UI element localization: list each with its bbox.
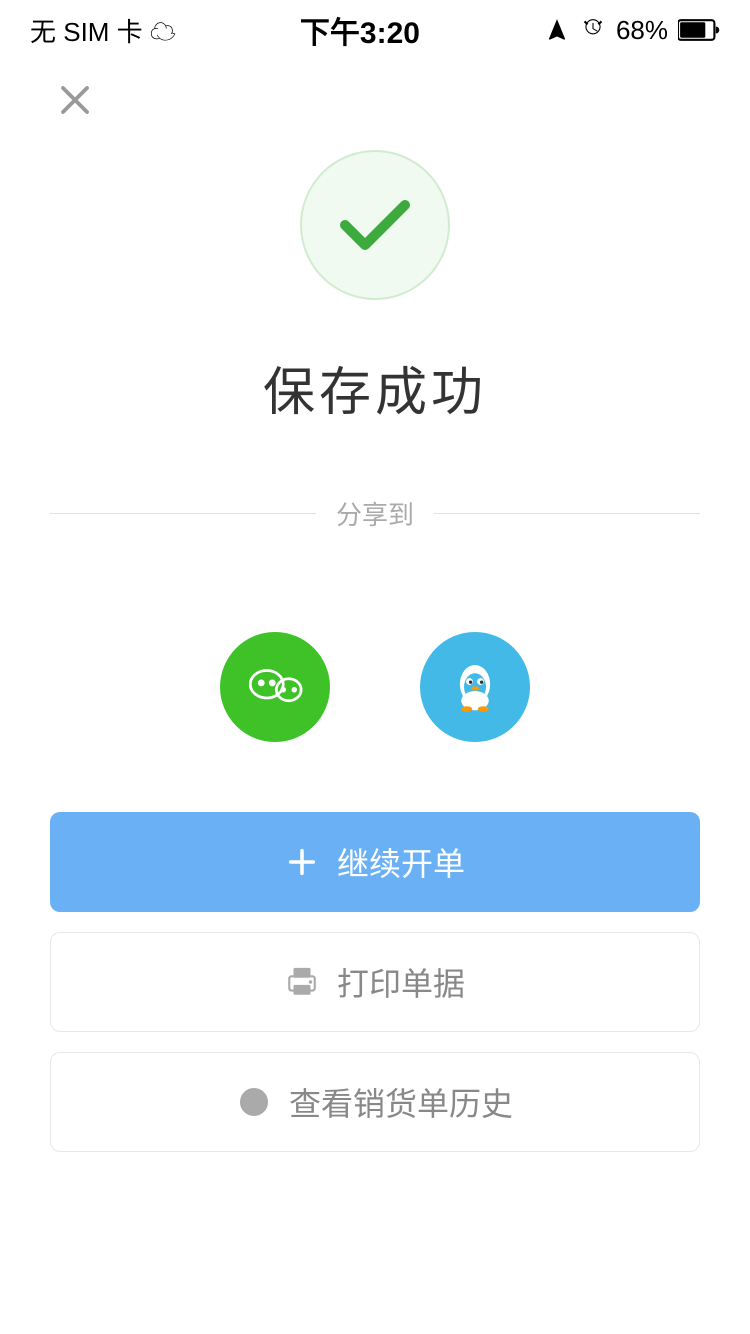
status-bar: 无 SIM 卡 ☁ 下午3:20 68% xyxy=(0,0,750,60)
close-icon xyxy=(57,82,93,118)
battery-icon xyxy=(678,18,720,42)
share-divider: 分享到 xyxy=(50,495,700,532)
print-icon xyxy=(285,965,319,999)
share-label: 分享到 xyxy=(336,495,414,532)
actions-section: 继续开单 打印单据 查看销货单历史 xyxy=(0,812,750,1152)
alarm-icon xyxy=(580,17,606,43)
status-right: 68% xyxy=(544,15,720,46)
continue-button[interactable]: 继续开单 xyxy=(50,812,700,912)
success-title: 保存成功 xyxy=(263,350,487,425)
clock-icon xyxy=(237,1085,271,1119)
checkmark-icon xyxy=(335,185,415,265)
success-circle xyxy=(300,150,450,300)
status-time: 下午3:20 xyxy=(300,8,420,52)
print-label: 打印单据 xyxy=(337,959,465,1005)
sim-status: 无 SIM 卡 ☁ xyxy=(30,12,176,49)
status-left: 无 SIM 卡 ☁ xyxy=(30,12,176,49)
main-content: 保存成功 分享到 xyxy=(0,60,750,1152)
continue-label: 继续开单 xyxy=(337,839,465,885)
share-icons xyxy=(220,632,530,742)
share-wechat-button[interactable] xyxy=(220,632,330,742)
history-button[interactable]: 查看销货单历史 xyxy=(50,1052,700,1152)
close-button[interactable] xyxy=(50,75,100,125)
history-label: 查看销货单历史 xyxy=(289,1079,513,1125)
divider-right xyxy=(434,513,700,514)
wechat-icon xyxy=(242,654,308,720)
battery-percentage: 68% xyxy=(616,15,668,46)
location-icon xyxy=(544,17,570,43)
qq-icon xyxy=(442,654,508,720)
share-qq-button[interactable] xyxy=(420,632,530,742)
share-section: 分享到 xyxy=(0,495,750,582)
divider-left xyxy=(50,513,316,514)
print-button[interactable]: 打印单据 xyxy=(50,932,700,1032)
plus-icon xyxy=(285,845,319,879)
